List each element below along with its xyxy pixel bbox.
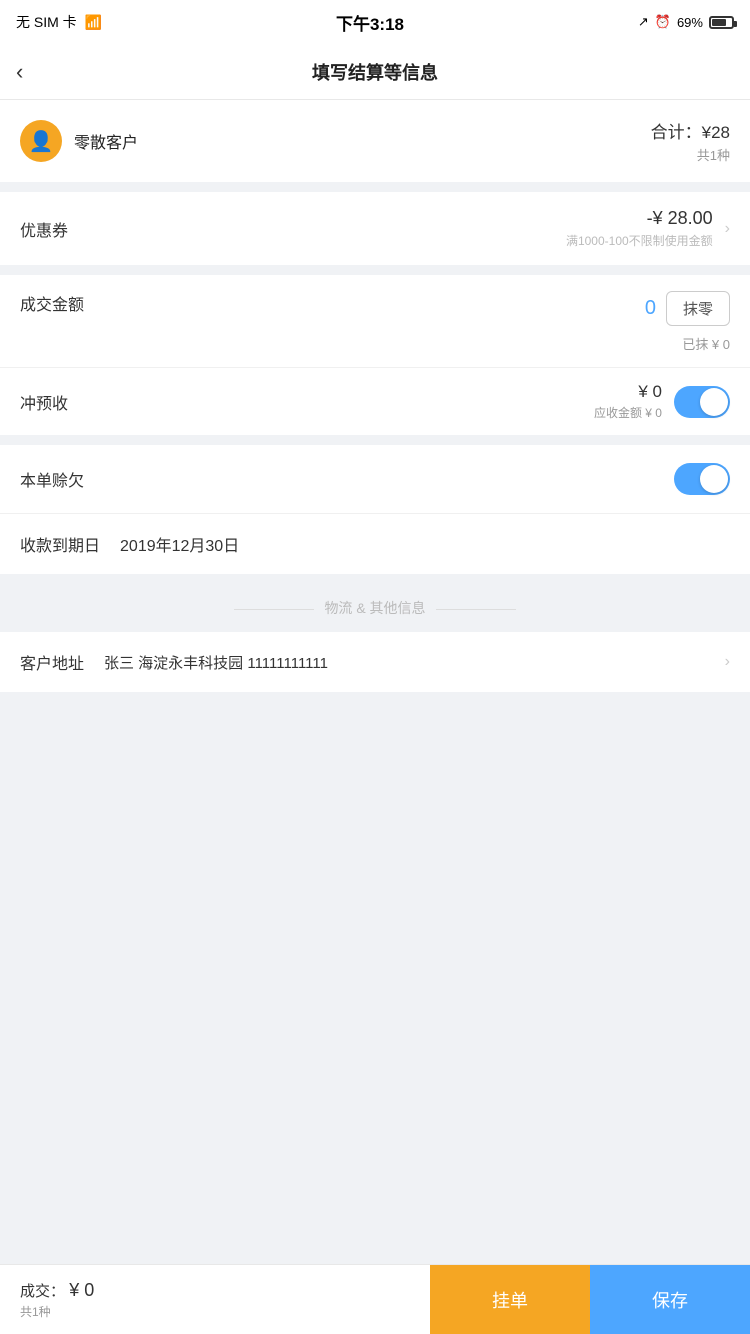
deal-amount-row: 成交金额 0 抹零 — [0, 275, 750, 334]
deal-sub: 已抹 ¥ 0 — [0, 334, 750, 367]
alarm-icon: ⏰ — [655, 14, 671, 30]
credit-section: 本单赊欠 收款到期日 2019年12月30日 — [0, 445, 750, 574]
customer-card: 👤 零散客户 合计：¥28 共1种 — [0, 100, 750, 182]
bottom-actions: 挂单 保存 — [430, 1265, 750, 1334]
empty-space — [0, 702, 750, 902]
credit-toggle[interactable] — [674, 463, 730, 495]
logistics-section: 物流 & 其他信息 客户地址 张三 海淀永丰科技园 11111111111 › — [0, 584, 750, 692]
coupon-description: 满1000-100不限制使用金额 — [566, 232, 713, 249]
coupon-row[interactable]: 优惠券 -¥ 28.00 满1000-100不限制使用金额 › — [0, 192, 750, 265]
flush-amounts: ¥ 0 应收金额 ¥ 0 — [594, 382, 662, 421]
status-left: 无 SIM 卡 📶 — [16, 12, 102, 32]
flush-right: ¥ 0 应收金额 ¥ 0 — [594, 382, 730, 421]
due-date-value[interactable]: 2019年12月30日 — [120, 532, 239, 556]
coupon-right: -¥ 28.00 满1000-100不限制使用金额 › — [566, 208, 730, 249]
customer-left: 👤 零散客户 — [20, 120, 138, 162]
battery-percent: 69% — [677, 15, 703, 30]
address-row[interactable]: 客户地址 张三 海淀永丰科技园 11111111111 › — [0, 632, 750, 692]
coupon-amount: -¥ 28.00 — [566, 208, 713, 229]
due-date-row: 收款到期日 2019年12月30日 — [0, 513, 750, 574]
main-content: 👤 零散客户 合计：¥28 共1种 优惠券 -¥ 28.00 满1000-100… — [0, 100, 750, 902]
flush-toggle[interactable] — [674, 386, 730, 418]
save-button[interactable]: 保存 — [590, 1265, 750, 1334]
due-content: 收款到期日 2019年12月30日 — [20, 532, 730, 556]
flush-row: 冲预收 ¥ 0 应收金额 ¥ 0 — [0, 367, 750, 435]
back-button[interactable]: ‹ — [16, 59, 23, 85]
address-label: 客户地址 — [20, 650, 84, 674]
hold-button[interactable]: 挂单 — [430, 1265, 590, 1334]
bottom-deal-label: 成交： — [20, 1283, 65, 1300]
bottom-deal: 成交： ¥ 0 — [20, 1280, 410, 1301]
customer-name: 零散客户 — [74, 129, 138, 153]
round-button[interactable]: 抹零 — [666, 291, 730, 326]
chevron-right-icon: › — [725, 220, 730, 238]
flush-amount: ¥ 0 — [594, 382, 662, 402]
carrier-text: 无 SIM 卡 — [16, 12, 77, 32]
coupon-label: 优惠券 — [20, 217, 68, 241]
coupon-card[interactable]: 优惠券 -¥ 28.00 满1000-100不限制使用金额 › — [0, 192, 750, 265]
address-chevron-icon: › — [725, 653, 730, 671]
nav-bar: ‹ 填写结算等信息 — [0, 44, 750, 100]
credit-toggle-knob — [700, 465, 728, 493]
address-value: 张三 海淀永丰科技园 11111111111 — [104, 652, 721, 673]
flush-sub: 应收金额 ¥ 0 — [594, 404, 662, 421]
deal-right: 0 抹零 — [645, 291, 730, 326]
flush-label: 冲预收 — [20, 390, 68, 414]
customer-total: 合计：¥28 共1种 — [651, 118, 730, 164]
status-time: 下午3:18 — [336, 10, 404, 35]
toggle-knob — [700, 388, 728, 416]
due-date-label: 收款到期日 — [20, 532, 100, 556]
deal-amount-label: 成交金额 — [20, 291, 84, 315]
total-amount: 合计：¥28 — [651, 118, 730, 143]
credit-label: 本单赊欠 — [20, 467, 84, 491]
flush-left: 冲预收 — [20, 390, 68, 414]
status-bar: 无 SIM 卡 📶 下午3:18 ↗ ⏰ 69% — [0, 0, 750, 44]
deal-card: 成交金额 0 抹零 已抹 ¥ 0 冲预收 ¥ 0 应收金额 ¥ 0 — [0, 275, 750, 435]
logistics-label: 物流 & 其他信息 — [224, 598, 525, 618]
logistics-divider: 物流 & 其他信息 — [0, 584, 750, 632]
bottom-bar: 成交： ¥ 0 共1种 挂单 保存 — [0, 1264, 750, 1334]
credit-row: 本单赊欠 — [0, 445, 750, 513]
avatar: 👤 — [20, 120, 62, 162]
avatar-icon: 👤 — [29, 129, 54, 154]
deal-value[interactable]: 0 — [645, 297, 656, 320]
status-right: ↗ ⏰ 69% — [638, 14, 734, 30]
bottom-deal-amount: ¥ 0 — [69, 1280, 94, 1300]
battery-icon — [709, 16, 734, 29]
location-icon: ↗ — [638, 14, 649, 30]
customer-row: 👤 零散客户 合计：¥28 共1种 — [0, 100, 750, 182]
bottom-summary: 成交： ¥ 0 共1种 — [0, 1280, 430, 1320]
total-count: 共1种 — [651, 145, 730, 164]
wifi-icon: 📶 — [85, 14, 102, 31]
bottom-count: 共1种 — [20, 1303, 410, 1320]
page-title: 填写结算等信息 — [312, 59, 438, 85]
